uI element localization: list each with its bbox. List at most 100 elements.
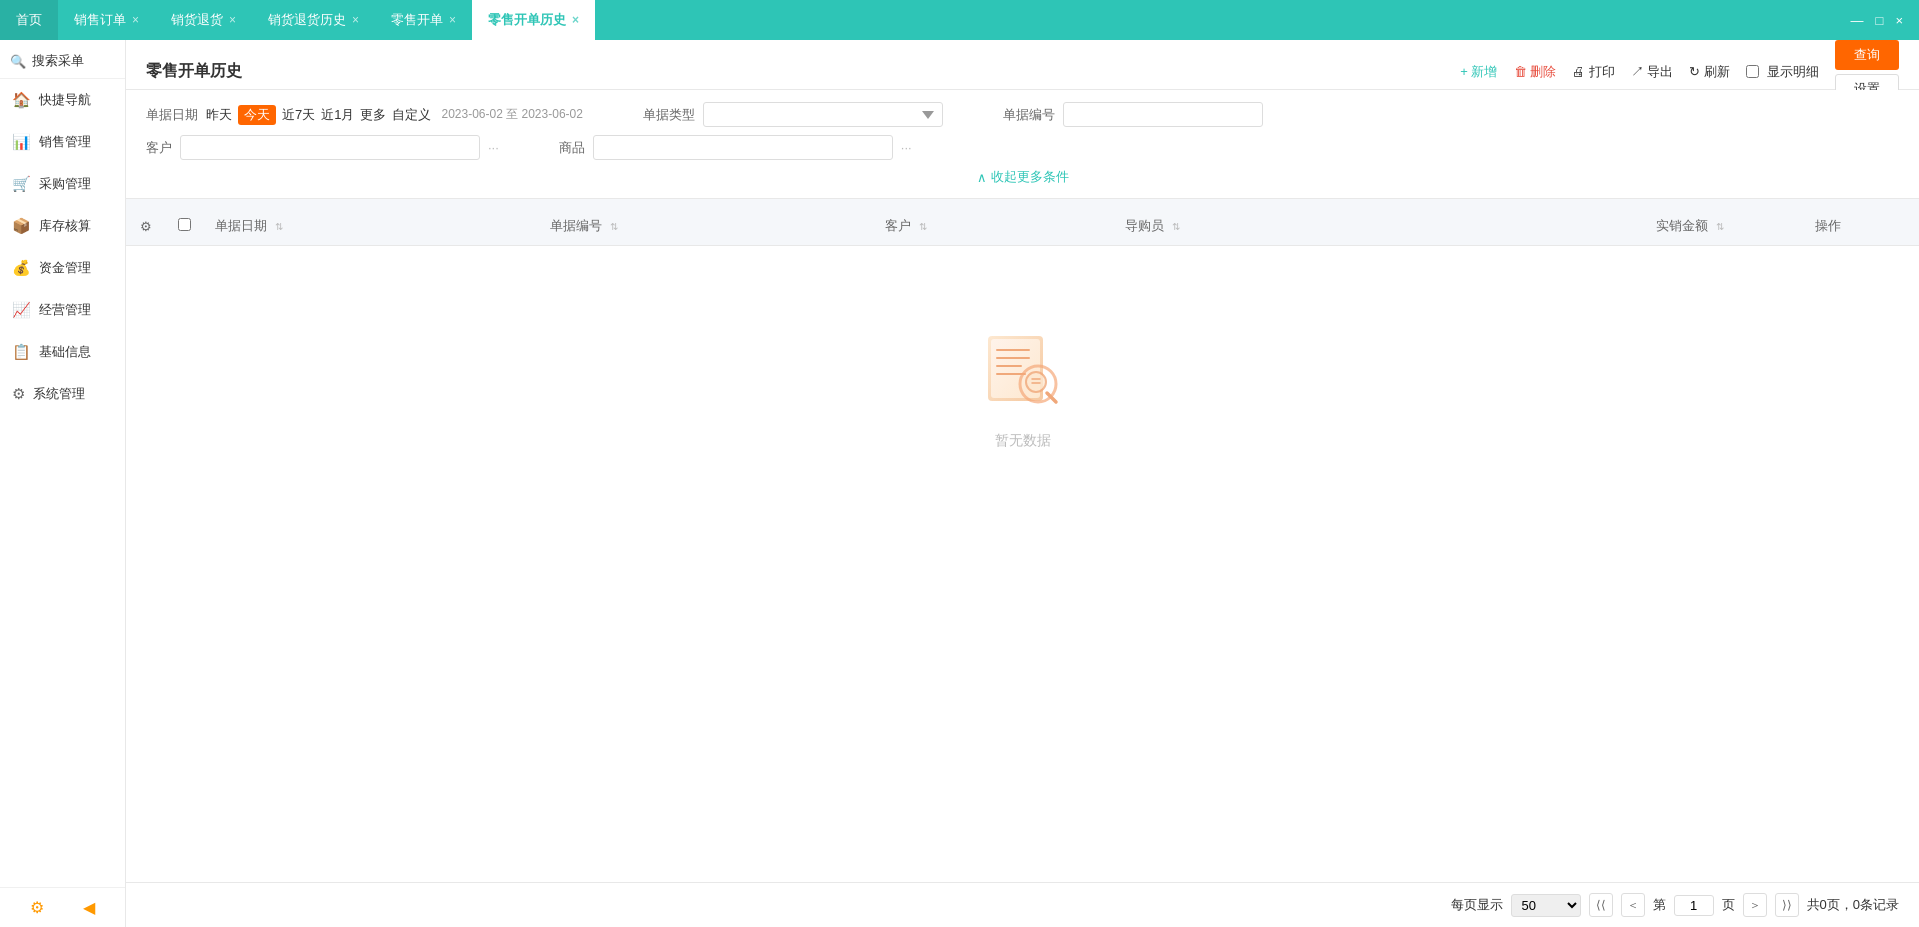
sales-icon: 📊 xyxy=(12,133,31,151)
maximize-btn[interactable]: □ xyxy=(1876,13,1884,28)
query-button[interactable]: 查询 xyxy=(1835,40,1899,70)
page-input[interactable] xyxy=(1674,895,1714,916)
next-page-btn[interactable]: ＞ xyxy=(1743,893,1767,917)
sidebar-item-operations[interactable]: 📈 经营管理 xyxy=(0,289,125,331)
sort-icon-customer[interactable]: ⇅ xyxy=(919,221,927,232)
collapse-sidebar-icon[interactable]: ◀ xyxy=(83,898,95,917)
sidebar-item-sales[interactable]: 📊 销售管理 xyxy=(0,121,125,163)
prev-page-btn[interactable]: ＜ xyxy=(1621,893,1645,917)
sidebar-item-system[interactable]: ⚙ 系统管理 xyxy=(0,373,125,415)
inventory-icon: 📦 xyxy=(12,217,31,235)
date-yesterday[interactable]: 昨天 xyxy=(206,106,232,124)
nav-tab-return-history[interactable]: 销货退货历史 × xyxy=(252,0,375,40)
table-body: 暂无数据 xyxy=(126,246,1919,511)
page-title: 零售开单历史 xyxy=(146,61,242,82)
nav-tab-retail-history[interactable]: 零售开单历史 × xyxy=(472,0,595,40)
th-settings[interactable]: ⚙ xyxy=(126,207,166,246)
main-layout: 🔍 搜索采单 🏠 快捷导航 📊 销售管理 🛒 采购管理 📦 库存核算 💰 xyxy=(0,40,1919,927)
date-more[interactable]: 更多 xyxy=(360,106,386,124)
system-icon: ⚙ xyxy=(12,385,25,403)
sidebar-bottom: ⚙ ◀ xyxy=(0,887,125,927)
filter-row-2: 客户 ··· 商品 ··· xyxy=(146,135,1899,160)
close-icon[interactable]: × xyxy=(572,13,579,27)
nav-tab-return[interactable]: 销货退货 × xyxy=(155,0,252,40)
number-label: 单据编号 xyxy=(1003,106,1055,124)
pagination: 每页显示 10 20 50 100 ⟨⟨ ＜ 第 页 ＞ ⟩⟩ 共0页，0条记录 xyxy=(126,882,1919,927)
goods-dots[interactable]: ··· xyxy=(901,140,912,155)
settings-bottom-icon[interactable]: ⚙ xyxy=(30,898,44,917)
date-1month[interactable]: 近1月 xyxy=(321,106,354,124)
page-header: 零售开单历史 + 新增 🗑 删除 🖨 打印 ↗ 导出 ↻ 刷新 显示明细 查询 … xyxy=(126,40,1919,90)
page-label: 第 xyxy=(1653,896,1666,914)
nav-tab-retail-open[interactable]: 零售开单 × xyxy=(375,0,472,40)
first-page-btn[interactable]: ⟨⟨ xyxy=(1589,893,1613,917)
add-button[interactable]: + 新增 xyxy=(1460,63,1497,81)
date-7days[interactable]: 近7天 xyxy=(282,106,315,124)
close-icon[interactable]: × xyxy=(132,13,139,27)
nav-tab-sales-order[interactable]: 销售订单 × xyxy=(58,0,155,40)
print-button[interactable]: 🖨 打印 xyxy=(1572,63,1615,81)
close-window-btn[interactable]: × xyxy=(1895,13,1903,28)
home-icon: 🏠 xyxy=(12,91,31,109)
goods-input[interactable] xyxy=(593,135,893,160)
per-page-label: 每页显示 xyxy=(1451,896,1503,914)
sort-icon-date[interactable]: ⇅ xyxy=(275,221,283,232)
date-range: 2023-06-02 至 2023-06-02 xyxy=(441,106,582,123)
purchase-icon: 🛒 xyxy=(12,175,31,193)
refresh-button[interactable]: ↻ 刷新 xyxy=(1689,63,1730,81)
select-all-checkbox[interactable] xyxy=(178,218,191,231)
display-detail-input[interactable] xyxy=(1746,65,1759,78)
last-page-btn[interactable]: ⟩⟩ xyxy=(1775,893,1799,917)
th-guide: 导购员 ⇅ xyxy=(1113,207,1401,246)
close-icon[interactable]: × xyxy=(229,13,236,27)
sort-icon-number[interactable]: ⇅ xyxy=(610,221,618,232)
page-suffix: 页 xyxy=(1722,896,1735,914)
empty-state-cell: 暂无数据 xyxy=(126,246,1919,511)
type-label: 单据类型 xyxy=(643,106,695,124)
date-label: 单据日期 xyxy=(146,106,198,124)
display-detail-checkbox[interactable]: 显示明细 xyxy=(1746,63,1819,81)
th-number: 单据编号 ⇅ xyxy=(538,207,873,246)
sort-icon-guide[interactable]: ⇅ xyxy=(1172,221,1180,232)
sidebar-item-inventory[interactable]: 📦 库存核算 xyxy=(0,205,125,247)
top-nav: 首页 销售订单 × 销货退货 × 销货退货历史 × 零售开单 × 零售开单历史 … xyxy=(0,0,1919,40)
sidebar-item-purchase[interactable]: 🛒 采购管理 xyxy=(0,163,125,205)
nav-tab-home[interactable]: 首页 xyxy=(0,0,58,40)
th-date: 单据日期 ⇅ xyxy=(203,207,538,246)
type-select[interactable] xyxy=(703,102,943,127)
customer-filter: 客户 ··· xyxy=(146,135,499,160)
number-filter: 单据编号 xyxy=(1003,102,1263,127)
date-today[interactable]: 今天 xyxy=(238,105,276,125)
sidebar-item-shortcuts[interactable]: 🏠 快捷导航 xyxy=(0,79,125,121)
empty-illustration xyxy=(973,326,1073,416)
goods-label: 商品 xyxy=(559,139,585,157)
th-amount: 实销金额 ⇅ xyxy=(1401,207,1736,246)
table-container: ⚙ 单据日期 ⇅ 单据编号 ⇅ 客户 xyxy=(126,207,1919,882)
data-table: ⚙ 单据日期 ⇅ 单据编号 ⇅ 客户 xyxy=(126,207,1919,510)
empty-state: 暂无数据 xyxy=(126,246,1919,510)
svg-point-7 xyxy=(1026,372,1046,392)
number-input[interactable] xyxy=(1063,102,1263,127)
sort-icon-amount[interactable]: ⇅ xyxy=(1716,221,1724,232)
sidebar-item-finance[interactable]: 💰 资金管理 xyxy=(0,247,125,289)
collapse-button[interactable]: ∧ 收起更多条件 xyxy=(146,168,1899,186)
close-icon[interactable]: × xyxy=(352,13,359,27)
date-filter: 单据日期 昨天 今天 近7天 近1月 更多 自定义 xyxy=(146,105,431,125)
close-icon[interactable]: × xyxy=(449,13,456,27)
type-filter: 单据类型 xyxy=(643,102,943,127)
nav-tabs: 首页 销售订单 × 销货退货 × 销货退货历史 × 零售开单 × 零售开单历史 … xyxy=(0,0,1851,40)
date-custom[interactable]: 自定义 xyxy=(392,106,431,124)
th-checkbox[interactable] xyxy=(166,207,203,246)
th-customer: 客户 ⇅ xyxy=(873,207,1113,246)
minimize-btn[interactable]: — xyxy=(1851,13,1864,28)
sidebar-search[interactable]: 🔍 搜索采单 xyxy=(0,40,125,79)
customer-dots[interactable]: ··· xyxy=(488,140,499,155)
window-controls: — □ × xyxy=(1851,13,1919,28)
customer-input[interactable] xyxy=(180,135,480,160)
filter-area: 单据日期 昨天 今天 近7天 近1月 更多 自定义 2023-06-02 至 2… xyxy=(126,90,1919,199)
customer-label: 客户 xyxy=(146,139,172,157)
sidebar-item-basic-info[interactable]: 📋 基础信息 xyxy=(0,331,125,373)
delete-button[interactable]: 🗑 删除 xyxy=(1514,63,1557,81)
export-button[interactable]: ↗ 导出 xyxy=(1631,63,1674,81)
per-page-select[interactable]: 10 20 50 100 xyxy=(1511,894,1581,917)
